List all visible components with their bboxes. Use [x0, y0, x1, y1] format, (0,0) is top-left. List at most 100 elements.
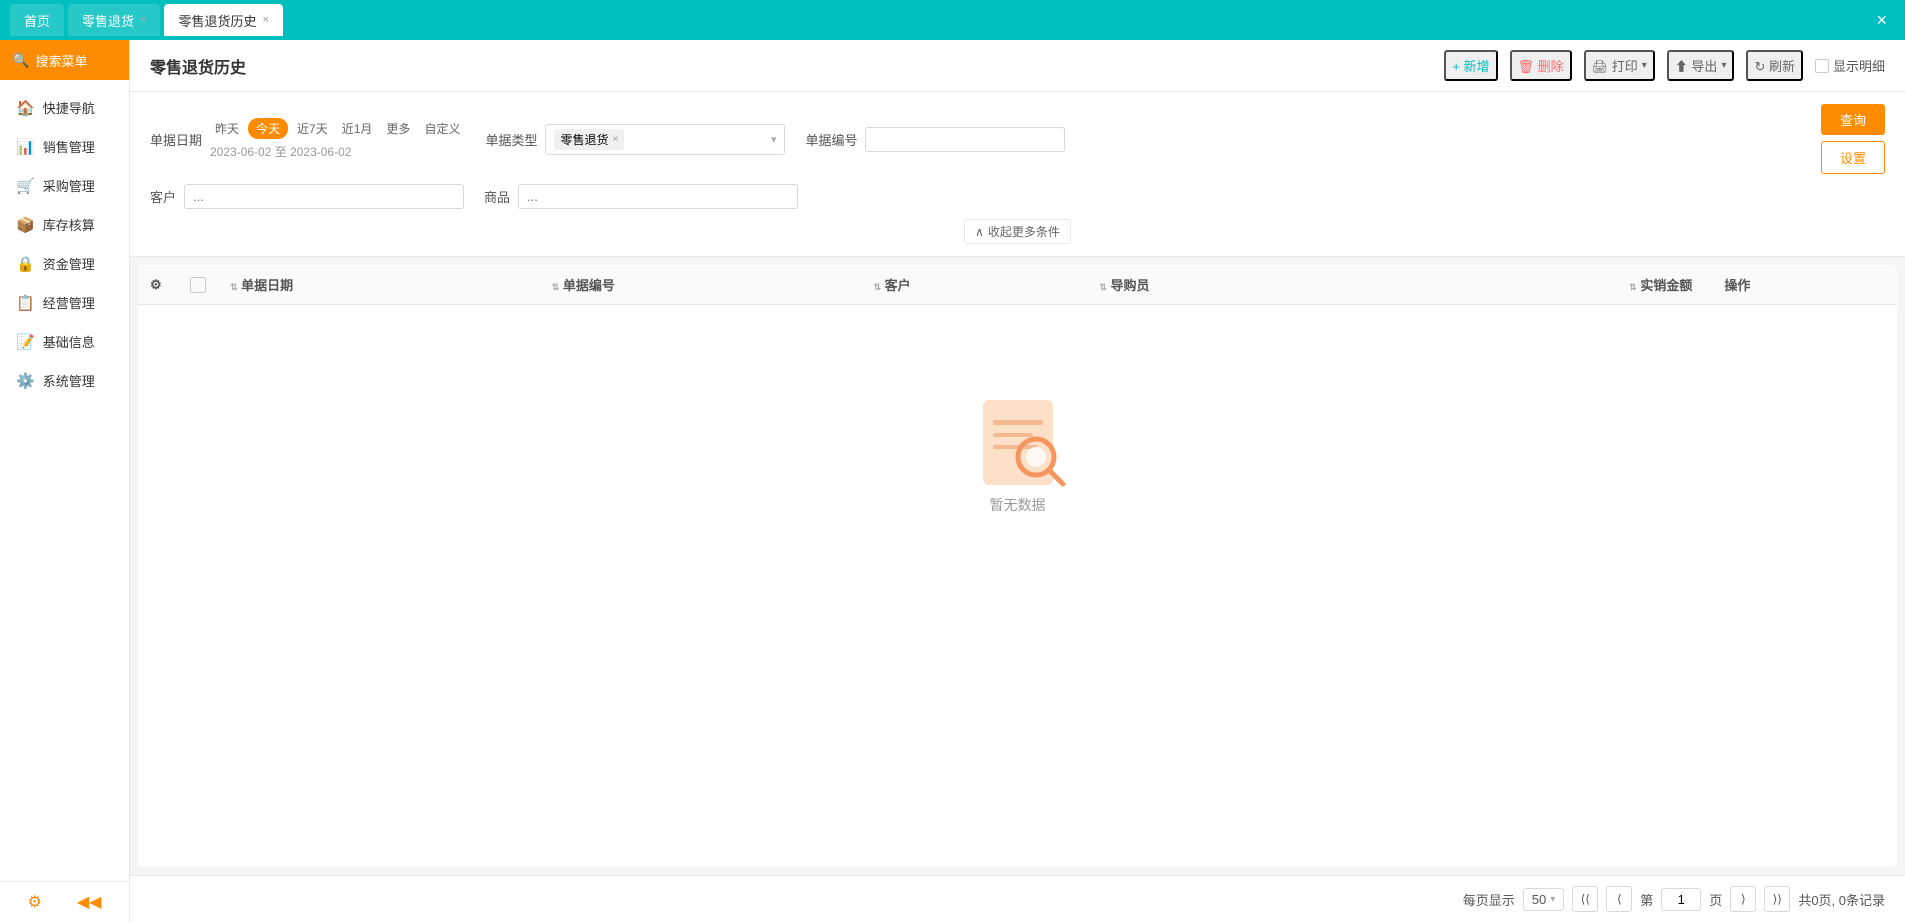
main-layout: 🔍 搜索菜单 🏠 快捷导航 📊 销售管理 🛒 采购管理 📦 库存核算 🔒	[0, 40, 1905, 922]
basic-info-icon: 📝	[16, 333, 35, 351]
query-settings-col: 查询 设置	[1821, 104, 1885, 174]
date-btn-today[interactable]: 今天	[248, 118, 288, 139]
collapse-button[interactable]: ∧ 收起更多条件	[964, 219, 1071, 244]
customer-label: 客户	[150, 187, 176, 206]
page-label-before: 第	[1640, 890, 1653, 909]
sidebar-toggle-button[interactable]: ◀◀	[77, 892, 102, 912]
nav-quick-nav-label: 快捷导航	[43, 98, 95, 117]
select-all-checkbox[interactable]	[190, 277, 206, 293]
new-button-label: + 新增	[1452, 56, 1489, 75]
tab-home-label: 首页	[24, 11, 50, 30]
home-icon: 🏠	[16, 99, 35, 117]
per-page-value: 50	[1532, 892, 1546, 907]
sidebar-item-sales-mgmt[interactable]: 📊 销售管理	[0, 127, 129, 166]
sidebar-bottom: ⚙ ◀◀	[0, 881, 129, 922]
th-settings[interactable]: ⚙	[138, 265, 178, 305]
sort-icon-cust: ⇅	[874, 282, 882, 292]
date-btn-7days[interactable]: 近7天	[292, 118, 333, 139]
tab-retail-return-label: 零售退货	[82, 11, 134, 30]
per-page-label: 每页显示	[1463, 890, 1515, 909]
filter-row-1: 单据日期 昨天 今天 近7天 近1月 更多 自定义 2023-06-02 至 2…	[150, 104, 1885, 174]
customer-input[interactable]	[184, 184, 464, 209]
voucher-type-tag: 零售退货 ×	[554, 129, 624, 150]
page-number-input[interactable]: 1	[1661, 888, 1701, 911]
voucher-type-tag-close[interactable]: ×	[612, 134, 618, 145]
data-table: ⚙ ⇅ 单据日期 ⇅ 单据编号	[138, 265, 1897, 595]
empty-state: 暂无数据	[138, 305, 1897, 595]
nav-operation-mgmt-label: 经营管理	[43, 293, 95, 312]
th-actions: 操作	[1712, 265, 1897, 305]
delete-button[interactable]: 🗑 删除	[1510, 50, 1572, 81]
pagination-bar: 每页显示 50 ▾ ⟨⟨ ⟨ 第 1 页 ⟩ ⟩⟩ 共0页, 0条记录	[130, 875, 1905, 922]
query-button[interactable]: 查询	[1821, 104, 1885, 135]
filter-goods: 商品	[484, 184, 798, 209]
search-icon: 🔍	[12, 52, 29, 69]
empty-text: 暂无数据	[990, 495, 1046, 515]
sidebar-item-finance-mgmt[interactable]: 🔒 资金管理	[0, 244, 129, 283]
voucher-date-label: 单据日期	[150, 130, 202, 149]
th-voucher-no-label: 单据编号	[563, 278, 615, 293]
nav-finance-mgmt-label: 资金管理	[43, 254, 95, 273]
content-area: 零售退货历史 + 新增 🗑 删除 🖨 打印 ▾ ⬆ 导出 ▾ ↻ 刷新	[130, 40, 1905, 922]
export-button[interactable]: ⬆ 导出 ▾	[1667, 50, 1735, 81]
sidebar-item-operation-mgmt[interactable]: 📋 经营管理	[0, 283, 129, 322]
new-button[interactable]: + 新增	[1444, 50, 1497, 81]
tab-home[interactable]: 首页	[10, 4, 64, 36]
date-btn-yesterday[interactable]: 昨天	[210, 118, 244, 139]
sidebar-item-basic-info[interactable]: 📝 基础信息	[0, 322, 129, 361]
filter-settings-button[interactable]: 设置	[1821, 141, 1885, 174]
tab-retail-return-close[interactable]: ×	[140, 14, 146, 26]
page-last-button[interactable]: ⟩⟩	[1764, 886, 1790, 912]
sidebar-item-purchase-mgmt[interactable]: 🛒 采购管理	[0, 166, 129, 205]
th-voucher-no[interactable]: ⇅ 单据编号	[540, 265, 862, 305]
print-button[interactable]: 🖨 打印 ▾	[1584, 50, 1655, 81]
voucher-no-input[interactable]	[865, 127, 1065, 152]
th-amount[interactable]: ⇅ 实销金额	[1361, 265, 1712, 305]
sidebar-item-inventory[interactable]: 📦 库存核算	[0, 205, 129, 244]
nav-sales-mgmt-label: 销售管理	[43, 137, 95, 156]
sort-icon-guide: ⇅	[1099, 282, 1107, 292]
sort-icon-left: ⇅	[230, 282, 238, 292]
th-guide[interactable]: ⇅ 导购员	[1087, 265, 1361, 305]
show-detail-checkbox[interactable]	[1815, 59, 1829, 73]
th-customer-label: 客户	[885, 278, 911, 293]
tab-retail-return-history-close[interactable]: ×	[262, 14, 268, 26]
empty-state-row: 暂无数据	[138, 305, 1897, 596]
search-menu-button[interactable]: 🔍 搜索菜单	[0, 40, 129, 80]
th-customer[interactable]: ⇅ 客户	[862, 265, 1088, 305]
tab-bar: 首页 零售退货 × 零售退货历史 × ×	[0, 0, 1905, 40]
export-chevron-icon: ▾	[1721, 60, 1726, 71]
show-detail-area: 显示明细	[1815, 56, 1885, 75]
filter-voucher-date: 单据日期 昨天 今天 近7天 近1月 更多 自定义 2023-06-02 至 2…	[150, 118, 465, 160]
export-button-label: ⬆ 导出	[1675, 56, 1718, 75]
date-buttons: 昨天 今天 近7天 近1月 更多 自定义	[210, 118, 465, 139]
th-voucher-date[interactable]: ⇅ 单据日期	[218, 265, 540, 305]
page-first-button[interactable]: ⟨⟨	[1572, 886, 1598, 912]
sidebar-item-system-mgmt[interactable]: ⚙️ 系统管理	[0, 361, 129, 400]
tab-retail-return-history[interactable]: 零售退货历史 ×	[164, 4, 282, 36]
th-check[interactable]	[178, 265, 218, 305]
date-btn-1month[interactable]: 近1月	[337, 118, 378, 139]
sidebar-item-quick-nav[interactable]: 🏠 快捷导航	[0, 88, 129, 127]
refresh-button[interactable]: ↻ 刷新	[1746, 50, 1803, 81]
per-page-chevron: ▾	[1550, 894, 1555, 905]
goods-input[interactable]	[518, 184, 798, 209]
voucher-type-select[interactable]: 零售退货 × ▾	[545, 124, 785, 155]
page-next-button[interactable]: ⟩	[1730, 886, 1756, 912]
tab-retail-return[interactable]: 零售退货 ×	[68, 4, 160, 36]
close-window-button[interactable]: ×	[1868, 10, 1895, 30]
nav-basic-info-label: 基础信息	[43, 332, 95, 351]
date-btn-more[interactable]: 更多	[381, 118, 415, 139]
page-prev-button[interactable]: ⟨	[1606, 886, 1632, 912]
filter-voucher-type: 单据类型 零售退货 × ▾	[485, 124, 785, 155]
finance-icon: 🔒	[16, 255, 35, 273]
page-size-select[interactable]: 50 ▾	[1523, 888, 1565, 911]
sidebar-settings-button[interactable]: ⚙	[28, 892, 42, 912]
total-label: 共0页, 0条记录	[1798, 890, 1885, 909]
th-amount-label: 实销金额	[1640, 278, 1692, 293]
sort-icon-vno: ⇅	[552, 282, 560, 292]
collapse-row: ∧ 收起更多条件	[150, 219, 1885, 244]
table-area: ⚙ ⇅ 单据日期 ⇅ 单据编号	[138, 265, 1897, 867]
page-title: 零售退货历史	[150, 54, 246, 78]
date-btn-custom[interactable]: 自定义	[419, 118, 465, 139]
